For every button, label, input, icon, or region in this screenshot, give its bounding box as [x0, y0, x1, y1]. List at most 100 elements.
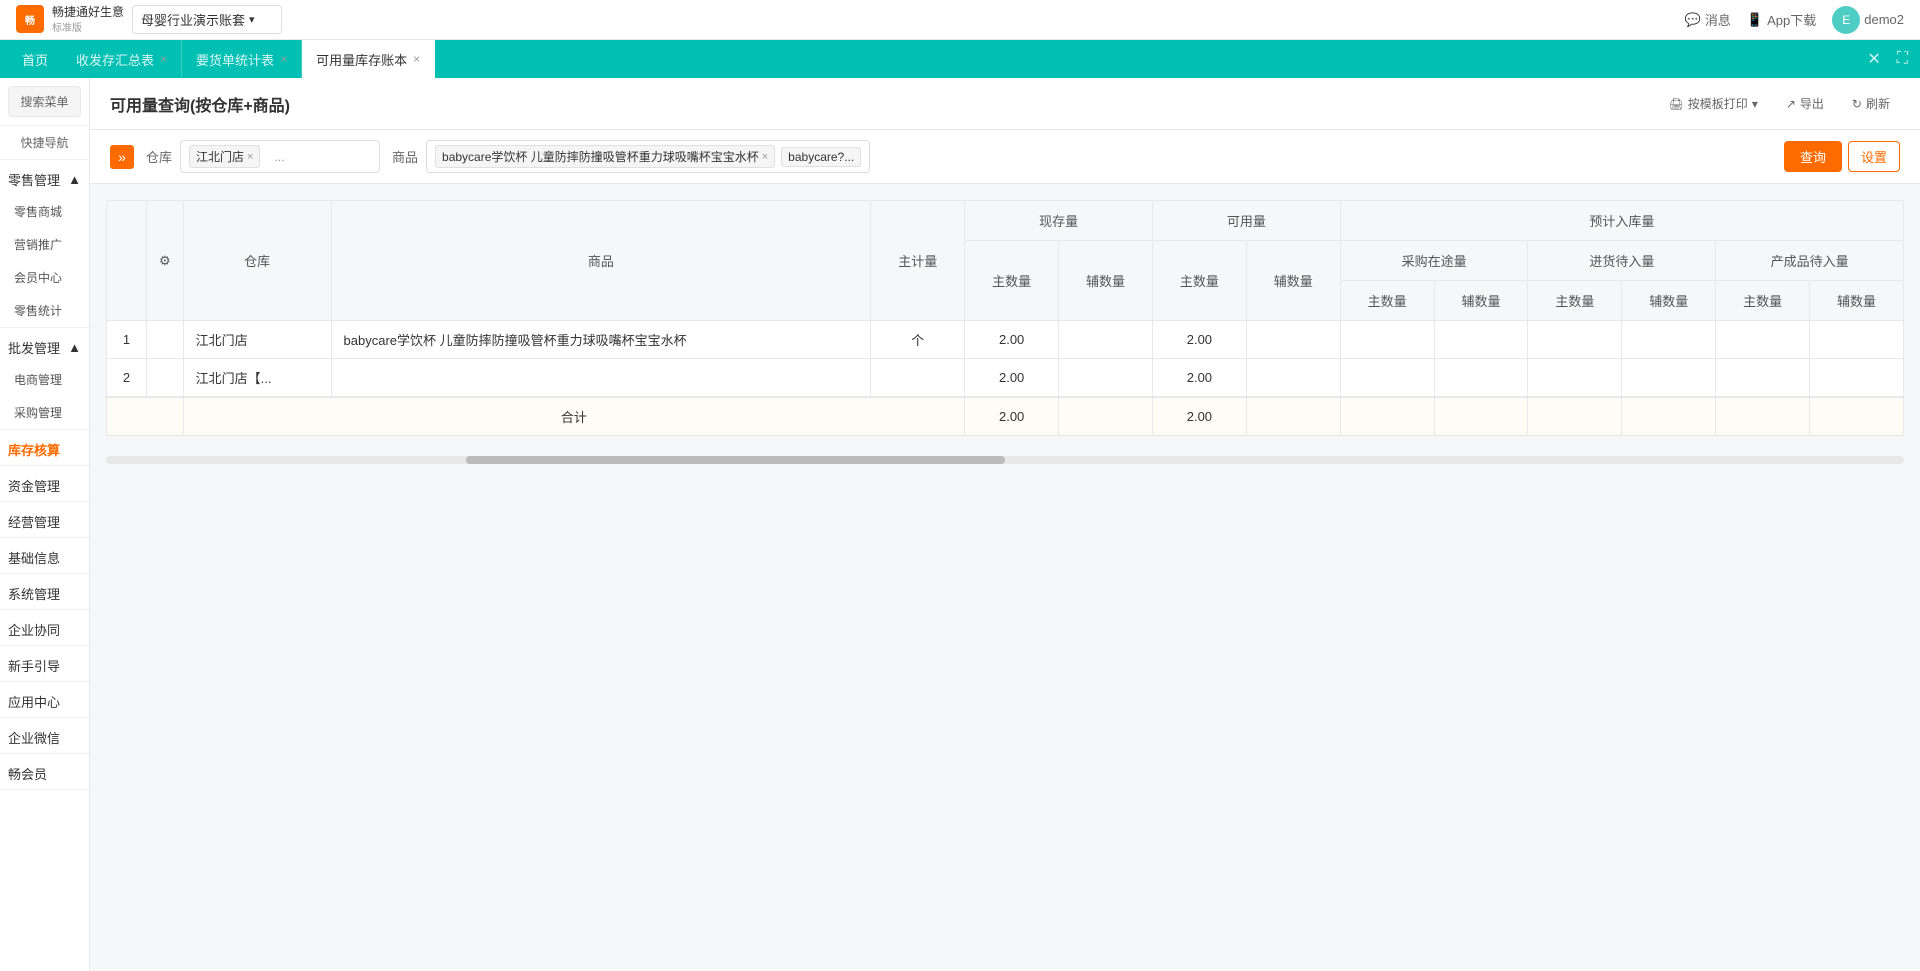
- cell-purchase-aux: [1434, 321, 1528, 359]
- sidebar-group-wholesale: 批发管理 ▲ 电商管理 采购管理: [0, 328, 89, 430]
- cell-index: 1: [107, 321, 147, 359]
- th-incoming-main: 主数量: [1528, 281, 1622, 321]
- page-header-actions: 🖨 按模板打印 ▾ ↗ 导出 ↻ 刷新: [1659, 90, 1900, 117]
- col-settings-icon[interactable]: ⚙: [159, 253, 171, 268]
- sidebar-group-newguide-header[interactable]: 新手引导: [0, 646, 89, 681]
- sidebar-group-basic-header[interactable]: 基础信息: [0, 538, 89, 573]
- footer-p4: [1622, 397, 1716, 436]
- logo-icon: 畅: [16, 5, 44, 33]
- warehouse-tag-close-1[interactable]: ×: [247, 151, 253, 163]
- tab-available-stock[interactable]: 可用量库存账本 ×: [302, 40, 435, 78]
- cell-avail-aux: [1246, 359, 1340, 398]
- tab-close-order-stat[interactable]: ×: [280, 52, 287, 66]
- sidebar-search-area: 搜索菜单: [0, 78, 89, 126]
- tab-home[interactable]: 首页: [8, 40, 62, 78]
- app-download-btn[interactable]: 📱 App下载: [1747, 10, 1816, 29]
- th-product: 商品: [331, 201, 871, 321]
- sidebar-group-business-header[interactable]: 经营管理: [0, 502, 89, 537]
- sidebar-item-retail-stat[interactable]: 零售统计: [0, 294, 89, 327]
- product-tag-close-1[interactable]: ×: [762, 151, 768, 163]
- cell-incoming-main: [1528, 321, 1622, 359]
- cell-stock-main: 2.00: [965, 359, 1059, 398]
- page-title: 可用量查询(按仓库+商品): [110, 92, 290, 116]
- filter-expand-btn[interactable]: »: [110, 145, 134, 169]
- th-purchase-main: 主数量: [1340, 281, 1434, 321]
- tab-receive-send[interactable]: 收发存汇总表 ×: [62, 40, 182, 78]
- product-tag-1: babycare学饮杯 儿童防摔防撞吸管杯重力球吸嘴杯宝宝水杯 ×: [435, 145, 775, 168]
- th-stock-main-qty: 主数量: [965, 241, 1059, 321]
- footer-p3: [1528, 397, 1622, 436]
- cell-avail-main: 2.00: [1152, 321, 1246, 359]
- sidebar-group-enterprise-header[interactable]: 企业协同: [0, 610, 89, 645]
- sidebar-group-appcenter-header[interactable]: 应用中心: [0, 682, 89, 717]
- sidebar-group-stock-header[interactable]: 库存核算: [0, 430, 89, 465]
- th-warehouse: 仓库: [183, 201, 331, 321]
- warehouse-filter-group: 仓库 江北门店 × ...: [146, 140, 380, 173]
- print-icon: 🖨: [1669, 97, 1684, 111]
- warehouse-input[interactable]: 江北门店 × ...: [180, 140, 380, 173]
- tab-close-available-stock[interactable]: ×: [413, 52, 420, 66]
- footer-empty: [107, 397, 184, 436]
- footer-p1: [1340, 397, 1434, 436]
- sidebar-item-retail-shop[interactable]: 零售商城: [0, 195, 89, 228]
- product-tag-2: babycare?...: [781, 147, 861, 167]
- th-avail-aux-qty: 辅数量: [1246, 241, 1340, 321]
- cell-product: babycare学饮杯 儿童防摔防撞吸管杯重力球吸嘴杯宝宝水杯: [331, 321, 871, 359]
- sidebar-group-system-header[interactable]: 系统管理: [0, 574, 89, 609]
- main-layout: 搜索菜单 快捷导航 零售管理 ▲ 零售商城 营销推广 会员中心 零售统计 批发管…: [0, 78, 1920, 971]
- page-header: 可用量查询(按仓库+商品) 🖨 按模板打印 ▾ ↗ 导出 ↻ 刷新: [90, 78, 1920, 130]
- footer-stock-aux: [1059, 397, 1153, 436]
- sidebar-quick-nav[interactable]: 快捷导航: [0, 126, 89, 160]
- close-window-icon[interactable]: ✕: [1863, 45, 1884, 73]
- footer-p2: [1434, 397, 1528, 436]
- sidebar-group-basic: 基础信息: [0, 538, 89, 574]
- sidebar-group-wholesale-header[interactable]: 批发管理 ▲: [0, 328, 89, 363]
- sidebar-group-retail: 零售管理 ▲ 零售商城 营销推广 会员中心 零售统计: [0, 160, 89, 328]
- cell-purchase-aux: [1434, 359, 1528, 398]
- sidebar-group-wechat-header[interactable]: 企业微信: [0, 718, 89, 753]
- table-scroll-thumb[interactable]: [466, 456, 1005, 464]
- refresh-btn[interactable]: ↻ 刷新: [1842, 90, 1900, 117]
- cell-settings: [147, 359, 184, 398]
- sidebar-group-appcenter: 应用中心: [0, 682, 89, 718]
- chevron-icon-retail: ▲: [68, 172, 81, 187]
- table-footer: 合计 2.00 2.00: [107, 397, 1904, 436]
- sidebar-group-finance-header[interactable]: 资金管理: [0, 466, 89, 501]
- th-index: [107, 201, 147, 321]
- print-template-btn[interactable]: 🖨 按模板打印 ▾: [1659, 90, 1768, 117]
- th-current-stock: 现存量: [965, 201, 1153, 241]
- message-icon: 💬: [1685, 12, 1701, 28]
- th-settings[interactable]: ⚙: [147, 201, 184, 321]
- cell-product: [331, 359, 871, 398]
- product-input[interactable]: babycare学饮杯 儿童防摔防撞吸管杯重力球吸嘴杯宝宝水杯 × babyca…: [426, 140, 870, 173]
- settings-btn[interactable]: 设置: [1848, 141, 1900, 172]
- sidebar-group-member2-header[interactable]: 畅会员: [0, 754, 89, 789]
- user-menu[interactable]: E demo2: [1832, 6, 1904, 34]
- chevron-down-icon: ▾: [249, 13, 255, 26]
- footer-label: 合计: [183, 397, 965, 436]
- th-purchase-aux: 辅数量: [1434, 281, 1528, 321]
- message-btn[interactable]: 💬 消息: [1685, 10, 1731, 29]
- tab-close-receive-send[interactable]: ×: [160, 52, 167, 66]
- sidebar-group-enterprise: 企业协同: [0, 610, 89, 646]
- sidebar-group-finance: 资金管理: [0, 466, 89, 502]
- brand-info: 畅捷通好生意 标准版: [52, 5, 124, 34]
- maximize-icon[interactable]: ⛶: [1893, 46, 1912, 72]
- query-btn[interactable]: 查询: [1784, 141, 1842, 172]
- table-row: 1 江北门店 babycare学饮杯 儿童防摔防撞吸管杯重力球吸嘴杯宝宝水杯 个…: [107, 321, 1904, 359]
- table-scrollbar[interactable]: [106, 456, 1904, 464]
- industry-selector[interactable]: 母婴行业演示账套 ▾: [132, 5, 282, 34]
- footer-p5: [1716, 397, 1810, 436]
- sidebar-item-purchase[interactable]: 采购管理: [0, 396, 89, 429]
- sidebar-item-ecom[interactable]: 电商管理: [0, 363, 89, 396]
- sidebar-item-marketing[interactable]: 营销推广: [0, 228, 89, 261]
- th-forecast-in: 预计入库量: [1340, 201, 1903, 241]
- tab-order-stat[interactable]: 要货单统计表 ×: [182, 40, 302, 78]
- footer-p6: [1810, 397, 1904, 436]
- warehouse-more-btn[interactable]: ...: [266, 146, 292, 168]
- search-menu-btn[interactable]: 搜索菜单: [8, 86, 81, 117]
- sidebar-group-retail-header[interactable]: 零售管理 ▲: [0, 160, 89, 195]
- cell-avail-aux: [1246, 321, 1340, 359]
- export-btn[interactable]: ↗ 导出: [1776, 90, 1834, 117]
- sidebar-item-member[interactable]: 会员中心: [0, 261, 89, 294]
